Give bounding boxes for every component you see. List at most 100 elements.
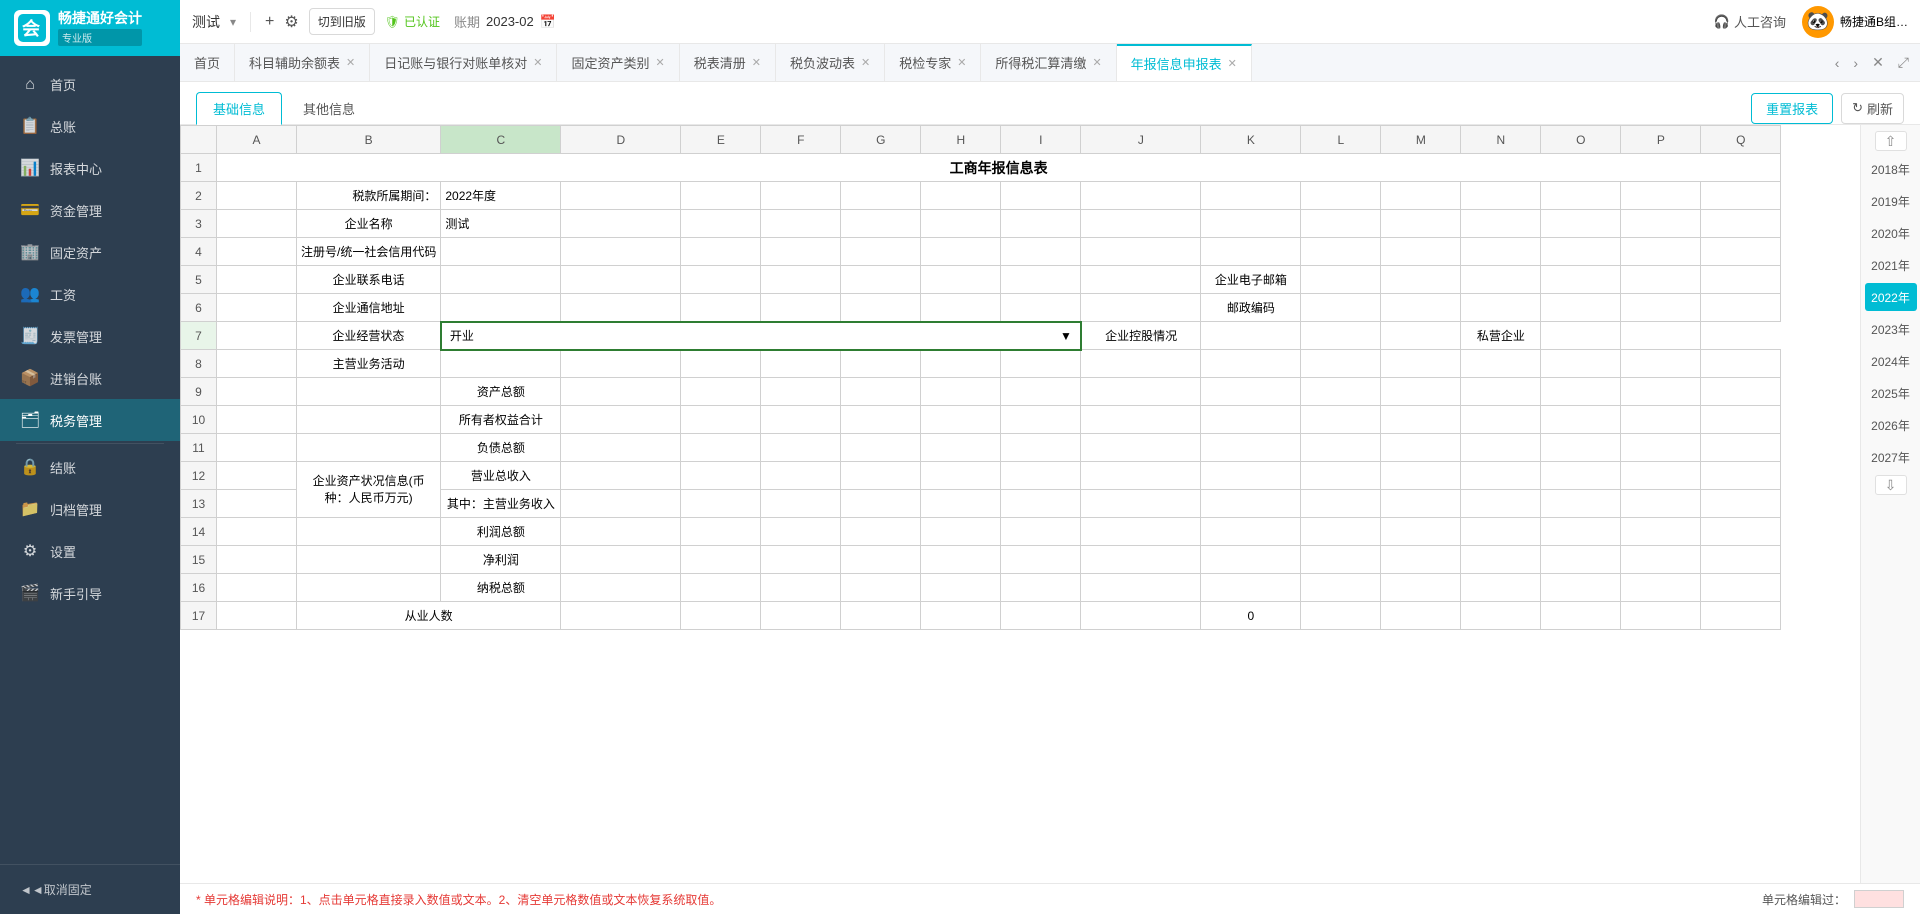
cell-8-x14[interactable] xyxy=(1701,350,1781,378)
cell-7-dropdown[interactable]: 开业▼ xyxy=(441,322,1081,350)
cell-9-x10[interactable] xyxy=(1461,378,1541,406)
cell-4-x0[interactable] xyxy=(441,238,561,266)
cell-12-x2[interactable] xyxy=(761,462,841,490)
cell-9-x3[interactable] xyxy=(841,378,921,406)
cell-6-r3[interactable] xyxy=(1541,294,1621,322)
cell-3-x5[interactable] xyxy=(1001,210,1081,238)
cell-12-x4[interactable] xyxy=(921,462,1001,490)
switch-old-btn[interactable]: 切到旧版 xyxy=(309,8,375,35)
cell-10-x6[interactable] xyxy=(1081,406,1201,434)
cell-10-x10[interactable] xyxy=(1461,406,1541,434)
tab-annual[interactable]: 年报信息申报表✕ xyxy=(1117,44,1252,82)
cell-10-x12[interactable] xyxy=(1621,406,1701,434)
cell-15-x8[interactable] xyxy=(1301,546,1381,574)
cell-3-C[interactable]: 测试 xyxy=(441,210,561,238)
cell-9-x13[interactable] xyxy=(1701,378,1781,406)
cell-5-r3[interactable] xyxy=(1541,266,1621,294)
topbar-add-btn[interactable]: + xyxy=(265,13,274,31)
cell-15-x11[interactable] xyxy=(1541,546,1621,574)
cell-6-r4[interactable] xyxy=(1621,294,1701,322)
cell-14-x12[interactable] xyxy=(1621,518,1701,546)
cell-12-x8[interactable] xyxy=(1301,462,1381,490)
cell-6-c1[interactable] xyxy=(561,294,681,322)
cell-5-r0[interactable] xyxy=(1301,266,1381,294)
cell-17-c2[interactable] xyxy=(761,602,841,630)
cell-16-x1[interactable] xyxy=(681,574,761,602)
cell-3-x0[interactable] xyxy=(561,210,681,238)
cell-13-x10[interactable] xyxy=(1461,490,1541,518)
year-item-2020[interactable]: 2020年 xyxy=(1865,219,1917,247)
cell-13-x5[interactable] xyxy=(1001,490,1081,518)
cell-2-C[interactable]: 2022年度 xyxy=(441,182,561,210)
cell-9-x12[interactable] xyxy=(1621,378,1701,406)
cell-3-x7[interactable] xyxy=(1201,210,1301,238)
cell-17-c0[interactable] xyxy=(561,602,681,630)
cell-13-x7[interactable] xyxy=(1201,490,1301,518)
cell-9-x1[interactable] xyxy=(681,378,761,406)
cell-8-x8[interactable] xyxy=(1201,350,1301,378)
cell-8-x0[interactable] xyxy=(441,350,561,378)
cell-9-x9[interactable] xyxy=(1381,378,1461,406)
cell-13-x6[interactable] xyxy=(1081,490,1201,518)
cell-8-x11[interactable] xyxy=(1461,350,1541,378)
sidebar-item-funds[interactable]: 💳 资金管理 xyxy=(0,189,180,231)
cell-10-x0[interactable] xyxy=(561,406,681,434)
cell-4-x2[interactable] xyxy=(681,238,761,266)
cell-14-x8[interactable] xyxy=(1301,518,1381,546)
cell-17-K[interactable]: 0 xyxy=(1201,602,1301,630)
refresh-btn[interactable]: ↻ 刷新 xyxy=(1841,93,1904,124)
support-btn[interactable]: 🎧 人工咨询 xyxy=(1714,12,1786,31)
year-up-btn[interactable]: ⇧ xyxy=(1875,131,1907,151)
tab-tax_wave[interactable]: 税负波动表✕ xyxy=(776,44,885,82)
cell-13-x11[interactable] xyxy=(1541,490,1621,518)
cell-3-x13[interactable] xyxy=(1701,210,1781,238)
cell-9-x8[interactable] xyxy=(1301,378,1381,406)
cell-6-r5[interactable] xyxy=(1701,294,1781,322)
cell-17-r5[interactable] xyxy=(1701,602,1781,630)
cell-14-x13[interactable] xyxy=(1701,518,1781,546)
tab-close-fixed_cat[interactable]: ✕ xyxy=(656,56,665,69)
sidebar-item-home[interactable]: ⌂ 首页 xyxy=(0,64,180,105)
cell-8-x1[interactable] xyxy=(561,350,681,378)
cell-16-x10[interactable] xyxy=(1461,574,1541,602)
cell-12-x10[interactable] xyxy=(1461,462,1541,490)
cell-12-x5[interactable] xyxy=(1001,462,1081,490)
cell-13-x3[interactable] xyxy=(841,490,921,518)
cell-14-x1[interactable] xyxy=(681,518,761,546)
sidebar-item-invoice[interactable]: 🧾 发票管理 xyxy=(0,315,180,357)
cell-10-x5[interactable] xyxy=(1001,406,1081,434)
cell-12-x3[interactable] xyxy=(841,462,921,490)
sidebar-item-settings[interactable]: ⚙ 设置 xyxy=(0,530,180,572)
cell-6-c7[interactable] xyxy=(1081,294,1201,322)
cell-17-c6[interactable] xyxy=(1081,602,1201,630)
cell-5-c5[interactable] xyxy=(921,266,1001,294)
cell-17-r3[interactable] xyxy=(1541,602,1621,630)
cell-16-x4[interactable] xyxy=(921,574,1001,602)
cell-4-x14[interactable] xyxy=(1701,238,1781,266)
subtab-basic[interactable]: 基础信息 xyxy=(196,92,282,125)
tab-close-journal[interactable]: ✕ xyxy=(533,56,542,69)
cell-4-x9[interactable] xyxy=(1301,238,1381,266)
cell-7-r2[interactable] xyxy=(1381,322,1461,350)
cell-6-c0[interactable] xyxy=(441,294,561,322)
cell-11-x12[interactable] xyxy=(1621,434,1701,462)
cell-13-x12[interactable] xyxy=(1621,490,1701,518)
year-item-2027[interactable]: 2027年 xyxy=(1865,443,1917,471)
tab-tax_form[interactable]: 税表清册✕ xyxy=(680,44,776,82)
cell-11-x8[interactable] xyxy=(1301,434,1381,462)
cell-3-x10[interactable] xyxy=(1461,210,1541,238)
cell-3-x12[interactable] xyxy=(1621,210,1701,238)
cell-6-c6[interactable] xyxy=(1001,294,1081,322)
cell-11-x13[interactable] xyxy=(1701,434,1781,462)
cell-12-x0[interactable] xyxy=(561,462,681,490)
cell-14-x3[interactable] xyxy=(841,518,921,546)
year-item-2019[interactable]: 2019年 xyxy=(1865,187,1917,215)
cell-10-x2[interactable] xyxy=(761,406,841,434)
cell-13-x0[interactable] xyxy=(561,490,681,518)
cell-17-r0[interactable] xyxy=(1301,602,1381,630)
cell-9-x6[interactable] xyxy=(1081,378,1201,406)
tab-tax_income[interactable]: 所得税汇算清缴✕ xyxy=(981,44,1116,82)
cell-16-x0[interactable] xyxy=(561,574,681,602)
cell-15-x10[interactable] xyxy=(1461,546,1541,574)
tab-tax_check[interactable]: 税检专家✕ xyxy=(885,44,981,82)
